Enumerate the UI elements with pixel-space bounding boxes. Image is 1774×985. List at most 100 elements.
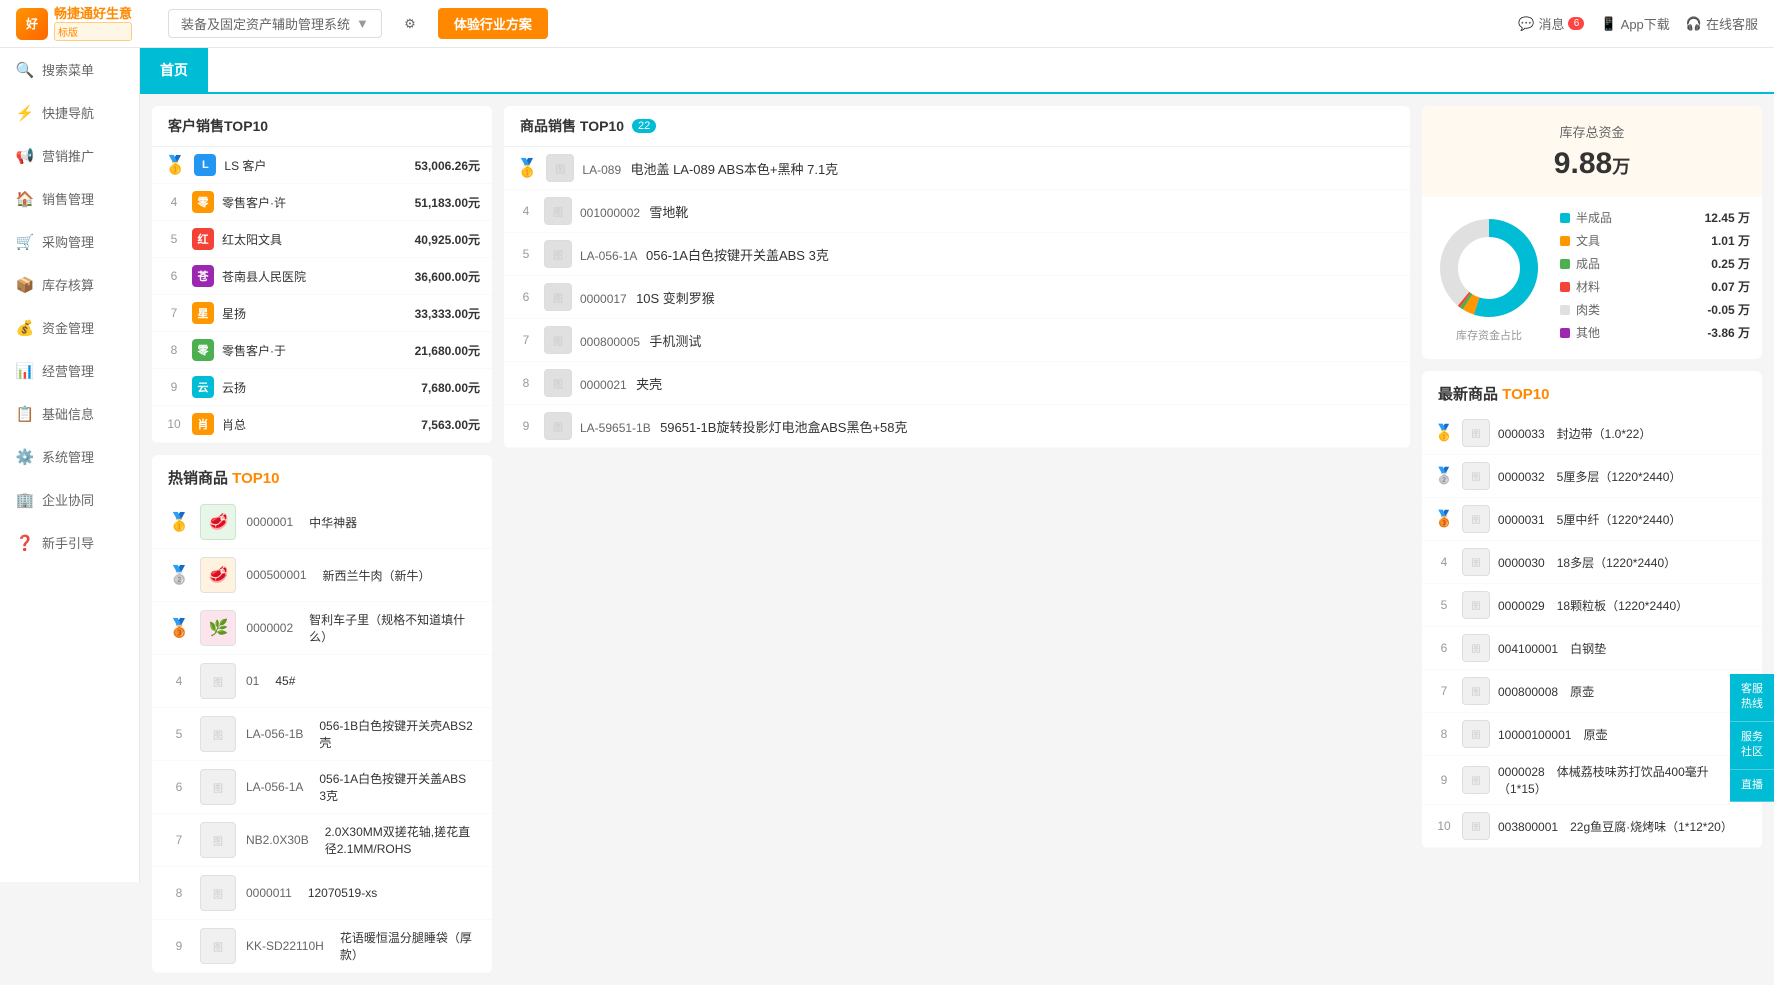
online-service-button[interactable]: 🎧 在线客服 [1686,14,1758,33]
hot-prod3-thumb: 🌿 [200,610,236,646]
new-rank1-medal: 🥇 [1434,423,1454,443]
hot-prod1-thumb: 🥩 [200,504,236,540]
new-rank7-num: 7 [1434,684,1454,698]
prod-rank-badge: 22 [632,119,656,133]
rank5-name: 星扬 [222,305,407,322]
tab-home[interactable]: 首页 [140,48,208,92]
hot-prod9-thumb: 图 [200,928,236,964]
rank6-name: 零售客户·于 [222,342,407,359]
system-icon: ⚙️ [16,448,34,466]
legend-item-2: 成品 0.25 万 [1560,255,1750,272]
legend-dot-5 [1560,328,1570,338]
hot-rank3-medal-icon: 🥉 [168,618,190,639]
prod-rank4-code: 0000017 [580,292,630,306]
headset-icon: 🎧 [1686,16,1702,32]
float-btn-service[interactable]: 客服热线 [1730,674,1774,722]
customer-rank-row-3: 5 红 红太阳文具 40,925.00元 [152,221,492,258]
rank5-avatar: 星 [192,302,214,324]
guide-icon: ❓ [16,534,34,552]
rank7-amount: 7,680.00元 [421,379,480,396]
sidebar-item-operation[interactable]: 📊 经营管理 [0,349,139,392]
new-prod2-thumb: 图 [1462,462,1490,490]
hot-rank1-medal-icon: 🥇 [168,512,190,533]
hot-prod-row-4: 4 图 01 45# [152,655,492,708]
rank7-name: 云扬 [222,379,413,396]
hot-products-panel: 热销商品 TOP10 🥇 🥩 0000001 中华神器 🥈 🥩 [152,455,492,973]
sys-select[interactable]: 装备及固定资产辅助管理系统 ▼ [168,9,382,38]
legend-item-1: 文具 1.01 万 [1560,232,1750,249]
hot-prod-row-8: 8 图 0000011 12070519-xs [152,867,492,920]
hot-prod-row-5: 5 图 LA-056-1B 056-1B白色按键开关壳ABS2壳 [152,708,492,761]
float-btn-community[interactable]: 服务社区 [1730,722,1774,770]
nav-tabs: 首页 [140,48,1774,94]
sidebar-item-system[interactable]: ⚙️ 系统管理 [0,435,139,478]
new-prod5-thumb: 图 [1462,591,1490,619]
inventory-summary: 库存总资金 9.88万 [1422,106,1762,197]
basic-icon: 📋 [16,405,34,423]
new-products-panel: 最新商品 TOP10 🥇 图 0000033 封边带（1.0*22） 🥈 图 0… [1422,371,1762,848]
new-prod3-thumb: 图 [1462,505,1490,533]
new-rank2-medal: 🥈 [1434,466,1454,486]
left-column: 客户销售TOP10 🥇 L LS 客户 53,006.26元 4 零 零售客户·… [152,106,492,973]
sidebar-item-search[interactable]: 🔍 搜索菜单 [0,48,139,91]
sidebar-item-marketing[interactable]: 📢 营销推广 [0,134,139,177]
sidebar-item-guide[interactable]: ❓ 新手引导 [0,521,139,564]
prod-rank7-name: 59651-1B旋转投影灯电池盒ABS黑色+58克 [660,420,907,435]
rank1-medal-icon: 🥇 [164,155,186,176]
new-rank3-medal: 🥉 [1434,509,1454,529]
rank2-amount: 51,183.00元 [415,194,480,211]
hot-prod7-name: 2.0X30MM双搓花轴,搓花直径2.1MM/ROHS [325,823,476,857]
hot-prod5-code: LA-056-1B [246,727,303,741]
prod-rank-row-7: 9 图 LA-59651-1B 59651-1B旋转投影灯电池盒ABS黑色+58… [504,405,1410,448]
customer-rank-row-4: 6 苍 苍南县人民医院 36,600.00元 [152,258,492,295]
hot-rank7-num: 7 [168,833,190,847]
legend-dot-2 [1560,259,1570,269]
hot-rank8-num: 8 [168,886,190,900]
chart-area: 库存资金占比 半成品 12.45 万 文具 1.01 万 [1422,197,1762,359]
hot-prod-row-7: 7 图 NB2.0X30B 2.0X30MM双搓花轴,搓花直径2.1MM/ROH… [152,814,492,867]
prod-rank5-num: 7 [516,333,536,347]
new-prod8-info: 10000100001 原壶 [1498,726,1750,743]
finance-icon: 💰 [16,319,34,337]
hot-prod4-name: 45# [275,674,476,688]
rank6-avatar: 零 [192,339,214,361]
new-prod8-thumb: 图 [1462,720,1490,748]
hot-prod7-code: NB2.0X30B [246,833,309,847]
hot-rank9-num: 9 [168,939,190,953]
prod-rank4-name: 10S 变刺罗猴 [636,291,715,306]
new-prod-row-1: 🥇 图 0000033 封边带（1.0*22） [1422,412,1762,455]
new-rank10-num: 10 [1434,819,1454,833]
sidebar-item-inventory[interactable]: 📦 库存核算 [0,263,139,306]
hot-prod2-code: 000500001 [246,568,306,582]
prod-rank-row-4: 6 图 0000017 10S 变刺罗猴 [504,276,1410,319]
hot-rank5-num: 5 [168,727,190,741]
rank3-name: 红太阳文具 [222,231,407,248]
middle-column: 商品销售 TOP10 22 🥇 图 LA-089 电池盖 LA-089 ABS本… [504,106,1410,973]
prod-rank7-thumb: 图 [544,412,572,440]
new-prod-row-9: 9 图 0000028 体械荔枝味苏打饮品400毫升（1*15） [1422,756,1762,805]
rank3-amount: 40,925.00元 [415,231,480,248]
rank1-amount: 53,006.26元 [415,157,480,174]
sidebar-item-quick[interactable]: ⚡ 快捷导航 [0,91,139,134]
settings-button[interactable]: ⚙ [394,8,426,40]
message-button[interactable]: 💬 消息 6 [1518,14,1584,33]
hot-prod9-name: 花语暖恒温分腿睡袋（厚款） [340,929,476,963]
sidebar-item-purchase[interactable]: 🛒 采购管理 [0,220,139,263]
float-btn-live[interactable]: 直播 [1730,770,1774,802]
rank4-name: 苍南县人民医院 [222,268,407,285]
new-rank5-num: 5 [1434,598,1454,612]
sidebar-item-finance[interactable]: 💰 资金管理 [0,306,139,349]
legend-list: 半成品 12.45 万 文具 1.01 万 成品 0 [1560,209,1750,347]
trial-button[interactable]: 体验行业方案 [438,8,548,39]
logo-area: 好 畅捷通好生意 标版 [16,6,156,41]
prod-rank2-name: 雪地靴 [649,205,688,220]
sidebar-item-sales[interactable]: 🏠 销售管理 [0,177,139,220]
sidebar-item-company[interactable]: 🏢 企业协同 [0,478,139,521]
new-prod10-info: 003800001 22g鱼豆腐·烧烤味（1*12*20） [1498,818,1750,835]
sidebar: 🔍 搜索菜单 ⚡ 快捷导航 📢 营销推广 🏠 销售管理 🛒 采购管理 📦 库存核… [0,48,140,882]
main-content: 首页 客户销售TOP10 🥇 L LS 客户 53,006.26元 [140,48,1774,985]
rank6-num: 8 [164,343,184,357]
app-download-button[interactable]: 📱 App下载 [1600,14,1669,33]
hot-prod1-code: 0000001 [246,515,293,529]
sidebar-item-basic[interactable]: 📋 基础信息 [0,392,139,435]
